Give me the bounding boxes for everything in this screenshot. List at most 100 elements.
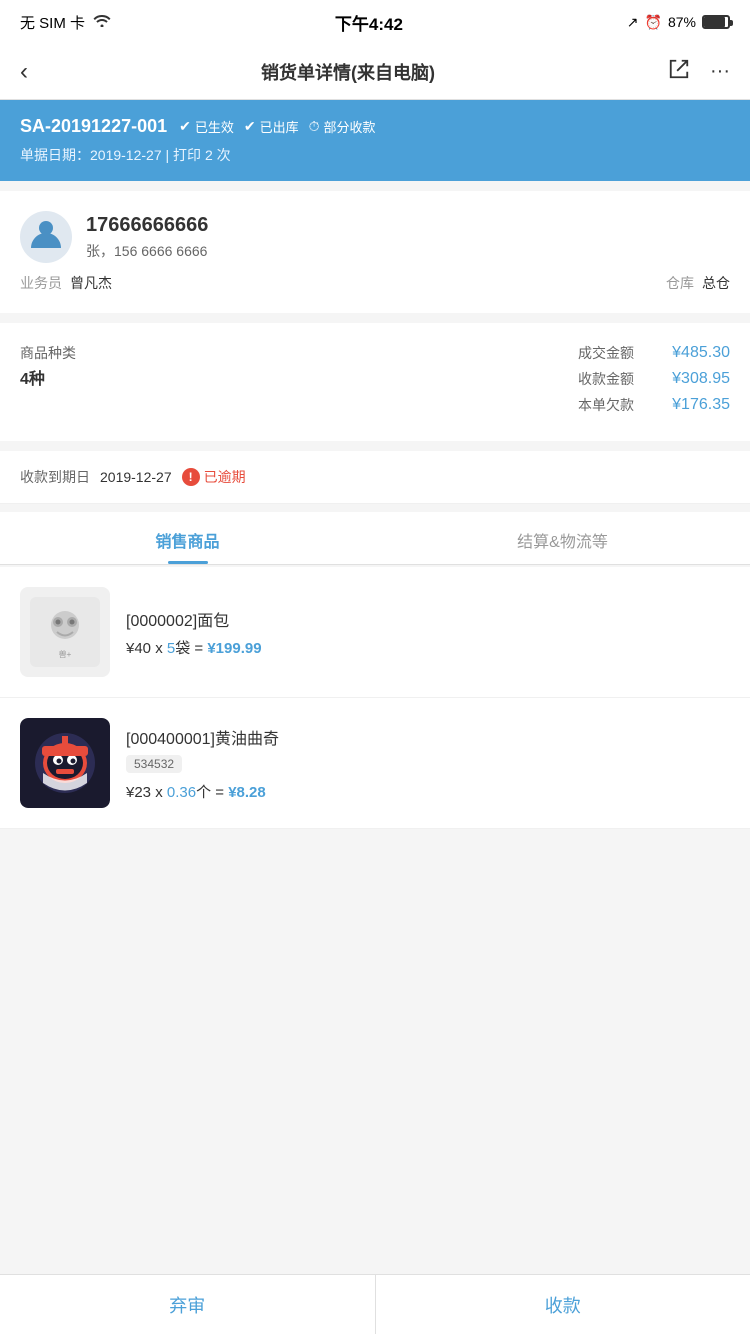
badge-delivered-label: 已出库 xyxy=(260,117,299,136)
customer-row: 17666666666 张，156 6666 6666 xyxy=(20,211,730,263)
status-time: 下午4:42 xyxy=(335,10,403,35)
badge-partial: ⏱ 部分收款 xyxy=(309,117,376,136)
carrier-label: 无 SIM 卡 xyxy=(20,12,85,33)
total-2: ¥8.28 xyxy=(228,784,266,801)
confirm-button[interactable]: 收款 xyxy=(376,1275,750,1334)
equals-1: = xyxy=(194,640,207,657)
amount-value-1: ¥485.30 xyxy=(650,344,730,362)
amount-row-1: 成交金额 ¥485.30 xyxy=(578,343,730,363)
equals-2: = xyxy=(215,784,228,801)
amount-row-2: 收款金额 ¥308.95 xyxy=(578,369,730,389)
avatar xyxy=(20,211,72,263)
cancel-button[interactable]: 弃审 xyxy=(0,1275,376,1334)
badge-delivered: ✔ 已出库 xyxy=(244,117,299,136)
check-icon-2: ✔ xyxy=(244,118,256,135)
amount-label-1: 成交金额 xyxy=(578,343,634,363)
badge-partial-label: 部分收款 xyxy=(324,117,376,136)
customer-info: 17666666666 张，156 6666 6666 xyxy=(86,214,208,261)
product-type-value: 4种 xyxy=(20,365,76,389)
status-badges: ✔ 已生效 ✔ 已出库 ⏱ 部分收款 xyxy=(179,117,375,136)
amount-value-3: ¥176.35 xyxy=(650,396,730,414)
battery-icon xyxy=(702,15,730,29)
tab-settlement-label: 结算&物流等 xyxy=(517,534,608,551)
summary-section: 商品种类 4种 成交金额 ¥485.30 收款金额 ¥308.95 本单欠款 ¥… xyxy=(0,323,750,441)
product-code-2: [000400001] xyxy=(126,731,215,748)
badge-effective: ✔ 已生效 xyxy=(179,117,234,136)
product-info-1: [0000002]面包 ¥40 x 5袋 = ¥199.99 xyxy=(126,607,730,658)
svg-text:兽+: 兽+ xyxy=(59,649,72,659)
due-section: 收款到期日 2019-12-27 ! 已逾期 xyxy=(0,451,750,504)
tab-settlement[interactable]: 结算&物流等 xyxy=(375,512,750,564)
customer-detail-row: 业务员 曾凡杰 仓库 总仓 xyxy=(20,273,730,293)
order-id: SA-20191227-001 xyxy=(20,116,167,137)
product-type-label: 商品种类 xyxy=(20,343,76,363)
product-type: 商品种类 4种 xyxy=(20,343,76,389)
warehouse-name: 总仓 xyxy=(702,273,730,293)
unit-1: 袋 xyxy=(175,640,190,657)
product-image-2 xyxy=(20,718,110,808)
overdue-dot-icon: ! xyxy=(182,468,200,486)
back-button[interactable]: ‹ xyxy=(20,58,28,86)
total-1: ¥199.99 xyxy=(207,640,261,657)
overdue-badge: ! 已逾期 xyxy=(182,467,246,487)
page-title: 销货单详情(来自电脑) xyxy=(261,59,435,85)
alarm-icon: ⏰ xyxy=(645,14,662,31)
product-price-2: ¥23 x 0.36个 = ¥8.28 xyxy=(126,781,730,802)
sales-label: 业务员 xyxy=(20,273,62,293)
date-label: 单据日期： xyxy=(20,147,90,163)
qty-1: 5 xyxy=(167,640,175,657)
amount-label-2: 收款金额 xyxy=(578,369,634,389)
product-img-svg-2 xyxy=(20,718,110,808)
more-icon[interactable]: ··· xyxy=(710,60,730,83)
unit-price-1: ¥40 xyxy=(126,640,151,657)
status-left: 无 SIM 卡 xyxy=(20,12,111,33)
tab-products-label: 销售商品 xyxy=(155,534,219,551)
overdue-text: 已逾期 xyxy=(204,467,246,487)
tabs-section: 销售商品 结算&物流等 xyxy=(0,512,750,565)
customer-section: 17666666666 张，156 6666 6666 业务员 曾凡杰 仓库 总… xyxy=(0,191,750,313)
order-header: SA-20191227-001 ✔ 已生效 ✔ 已出库 ⏱ 部分收款 单据日期：… xyxy=(0,100,750,181)
due-date: 2019-12-27 xyxy=(100,469,172,485)
share-icon[interactable] xyxy=(668,58,690,86)
clock-icon: ⏱ xyxy=(309,118,320,135)
sales-name: 曾凡杰 xyxy=(70,273,112,293)
product-title-2: 黄油曲奇 xyxy=(215,731,279,748)
nav-bar: ‹ 销货单详情(来自电脑) ··· xyxy=(0,44,750,100)
product-image-1: 兽+ xyxy=(20,587,110,677)
qty-2: 0.36 xyxy=(167,784,196,801)
status-right: ↗ ⏰ 87% xyxy=(627,14,730,31)
unit-price-2: ¥23 xyxy=(126,784,151,801)
location-icon: ↗ xyxy=(627,14,639,31)
badge-effective-label: 已生效 xyxy=(195,117,234,136)
wifi-icon xyxy=(93,13,111,31)
nav-actions: ··· xyxy=(668,58,730,86)
check-icon-1: ✔ xyxy=(179,118,191,135)
summary-row: 商品种类 4种 成交金额 ¥485.30 收款金额 ¥308.95 本单欠款 ¥… xyxy=(20,343,730,421)
unit-2: 个 xyxy=(196,784,211,801)
product-item-2: [000400001]黄油曲奇 534532 ¥23 x 0.36个 = ¥8.… xyxy=(0,698,750,829)
amounts: 成交金额 ¥485.30 收款金额 ¥308.95 本单欠款 ¥176.35 xyxy=(578,343,730,421)
product-name-1: [0000002]面包 xyxy=(126,607,730,631)
print-label: | 打印 xyxy=(162,147,205,163)
customer-subname: 张，156 6666 6666 xyxy=(86,241,208,261)
person-icon xyxy=(28,215,64,259)
warehouse-label: 仓库 xyxy=(666,273,694,293)
status-bar: 无 SIM 卡 下午4:42 ↗ ⏰ 87% xyxy=(0,0,750,44)
product-code-1: [0000002] xyxy=(126,613,197,630)
product-info-2: [000400001]黄油曲奇 534532 ¥23 x 0.36个 = ¥8.… xyxy=(126,725,730,802)
multiply-2: x xyxy=(155,784,167,801)
amount-value-2: ¥308.95 xyxy=(650,370,730,388)
order-date: 2019-12-27 xyxy=(90,147,162,163)
order-date-row: 单据日期：2019-12-27 | 打印 2 次 xyxy=(20,145,730,165)
product-placeholder-1: 兽+ xyxy=(30,597,100,667)
print-count: 2 xyxy=(205,147,213,163)
tab-products[interactable]: 销售商品 xyxy=(0,512,375,564)
product-price-1: ¥40 x 5袋 = ¥199.99 xyxy=(126,637,730,658)
products-section: 兽+ [0000002]面包 ¥40 x 5袋 = ¥199.99 xyxy=(0,567,750,829)
product-title-1: 面包 xyxy=(197,613,229,630)
multiply-1: x xyxy=(155,640,167,657)
product-sku-2: 534532 xyxy=(126,755,182,773)
order-id-row: SA-20191227-001 ✔ 已生效 ✔ 已出库 ⏱ 部分收款 xyxy=(20,116,730,137)
amount-label-3: 本单欠款 xyxy=(578,395,634,415)
print-suffix: 次 xyxy=(213,147,231,163)
